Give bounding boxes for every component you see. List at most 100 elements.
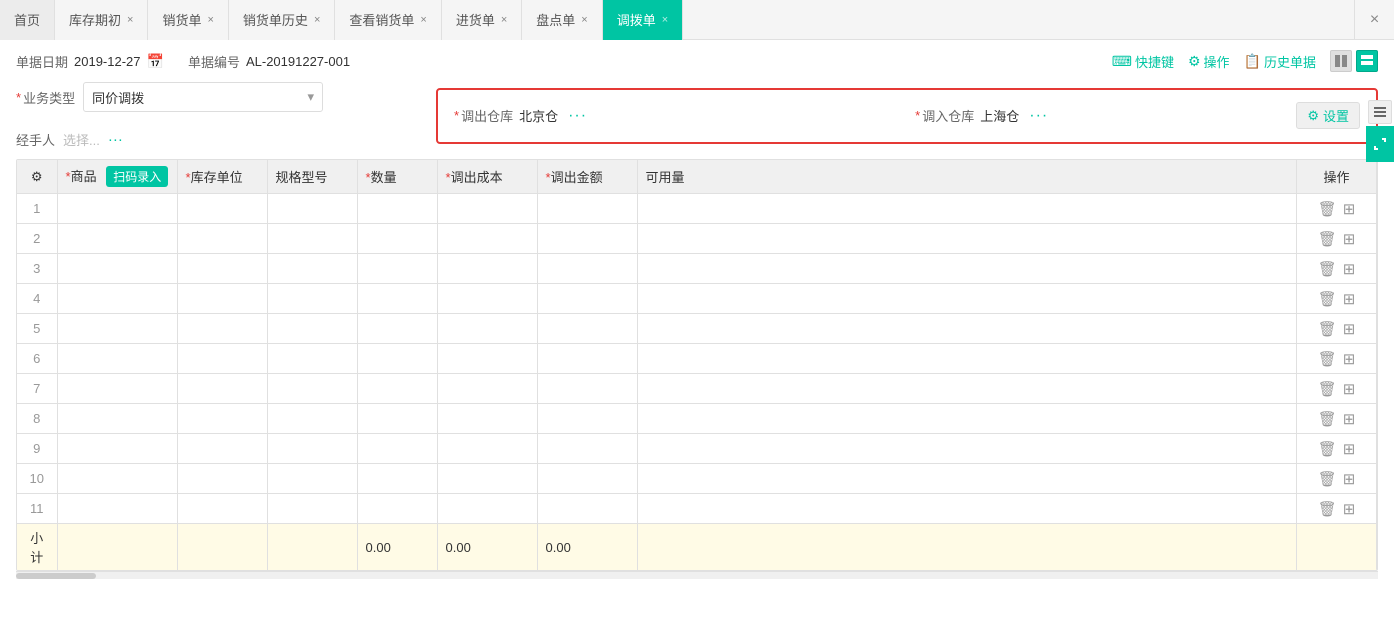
tab-sales-history[interactable]: 销货单历史 × [229,0,335,40]
layout-btn-2[interactable] [1356,50,1378,72]
tab-close-icon[interactable]: × [207,14,213,26]
goods-cell[interactable] [57,224,177,254]
unit-cell[interactable] [177,404,267,434]
operations-link[interactable]: ⚙ 操作 [1188,52,1230,71]
out-wh-more-icon[interactable]: ··· [568,107,587,125]
goods-cell[interactable] [57,374,177,404]
window-close-button[interactable]: × [1354,0,1394,40]
spec-cell[interactable] [267,464,357,494]
tab-view-sales[interactable]: 查看销货单 × [335,0,441,40]
handler-select[interactable]: 选择... [63,130,100,149]
cost-cell[interactable] [437,374,537,404]
delete-icon[interactable]: 🗑 [1318,470,1337,488]
qty-cell[interactable] [357,194,437,224]
copy-icon[interactable]: ⊞ [1343,200,1356,218]
unit-cell[interactable] [177,464,267,494]
goods-cell[interactable] [57,494,177,524]
amount-cell[interactable] [537,404,637,434]
delete-icon[interactable]: 🗑 [1318,380,1337,398]
copy-icon[interactable]: ⊞ [1343,320,1356,338]
goods-cell[interactable] [57,464,177,494]
amount-cell[interactable] [537,224,637,254]
unit-cell[interactable] [177,194,267,224]
horizontal-scrollbar[interactable] [16,571,1378,579]
spec-cell[interactable] [267,494,357,524]
qty-cell[interactable] [357,494,437,524]
copy-icon[interactable]: ⊞ [1343,260,1356,278]
delete-icon[interactable]: 🗑 [1318,440,1337,458]
qty-cell[interactable] [357,224,437,254]
copy-icon[interactable]: ⊞ [1343,290,1356,308]
cost-cell[interactable] [437,344,537,374]
copy-icon[interactable]: ⊞ [1343,500,1356,518]
unit-cell[interactable] [177,374,267,404]
cost-cell[interactable] [437,434,537,464]
unit-cell[interactable] [177,314,267,344]
tab-stocktake[interactable]: 盘点单 × [522,0,602,40]
delete-icon[interactable]: 🗑 [1318,410,1337,428]
qty-cell[interactable] [357,314,437,344]
tab-transfer[interactable]: 调拨单 × [603,0,683,40]
settings-col-icon[interactable]: ⚙ [31,169,43,184]
unit-cell[interactable] [177,284,267,314]
amount-cell[interactable] [537,374,637,404]
amount-cell[interactable] [537,344,637,374]
delete-icon[interactable]: 🗑 [1318,350,1337,368]
spec-cell[interactable] [267,434,357,464]
tab-close-icon[interactable]: × [314,14,320,26]
amount-cell[interactable] [537,314,637,344]
cost-cell[interactable] [437,314,537,344]
unit-cell[interactable] [177,224,267,254]
goods-cell[interactable] [57,404,177,434]
copy-icon[interactable]: ⊞ [1343,350,1356,368]
amount-cell[interactable] [537,284,637,314]
goods-cell[interactable] [57,284,177,314]
amount-cell[interactable] [537,194,637,224]
cost-cell[interactable] [437,284,537,314]
tab-close-icon[interactable]: × [420,14,426,26]
amount-cell[interactable] [537,494,637,524]
tab-purchase[interactable]: 进货单 × [442,0,522,40]
goods-cell[interactable] [57,434,177,464]
cost-cell[interactable] [437,404,537,434]
spec-cell[interactable] [267,344,357,374]
copy-icon[interactable]: ⊞ [1343,230,1356,248]
in-wh-more-icon[interactable]: ··· [1029,107,1048,125]
delete-icon[interactable]: 🗑 [1318,290,1337,308]
amount-cell[interactable] [537,254,637,284]
spec-cell[interactable] [267,284,357,314]
spec-cell[interactable] [267,314,357,344]
calendar-icon[interactable]: 📅 [147,53,164,70]
unit-cell[interactable] [177,434,267,464]
cost-cell[interactable] [437,254,537,284]
tab-inventory-init[interactable]: 库存期初 × [55,0,148,40]
qty-cell[interactable] [357,404,437,434]
delete-icon[interactable]: 🗑 [1318,260,1337,278]
copy-icon[interactable]: ⊞ [1343,470,1356,488]
tab-sales-order[interactable]: 销货单 × [148,0,228,40]
tab-close-icon[interactable]: × [127,14,133,26]
qty-cell[interactable] [357,434,437,464]
tab-close-icon-active[interactable]: × [662,14,668,26]
qty-cell[interactable] [357,254,437,284]
cost-cell[interactable] [437,194,537,224]
copy-icon[interactable]: ⊞ [1343,410,1356,428]
qty-cell[interactable] [357,344,437,374]
delete-icon[interactable]: 🗑 [1318,200,1337,218]
copy-icon[interactable]: ⊞ [1343,440,1356,458]
delete-icon[interactable]: 🗑 [1318,320,1337,338]
scrollbar-thumb[interactable] [16,573,96,579]
spec-cell[interactable] [267,374,357,404]
scan-entry-button[interactable]: 扫码录入 [106,166,168,187]
cost-cell[interactable] [437,494,537,524]
goods-cell[interactable] [57,344,177,374]
panel-list-icon[interactable] [1368,100,1392,124]
tab-close-icon[interactable]: × [581,14,587,26]
qty-cell[interactable] [357,284,437,314]
spec-cell[interactable] [267,404,357,434]
spec-cell[interactable] [267,224,357,254]
unit-cell[interactable] [177,254,267,284]
qty-cell[interactable] [357,374,437,404]
history-link[interactable]: 📋 历史单据 [1244,52,1316,71]
cost-cell[interactable] [437,224,537,254]
